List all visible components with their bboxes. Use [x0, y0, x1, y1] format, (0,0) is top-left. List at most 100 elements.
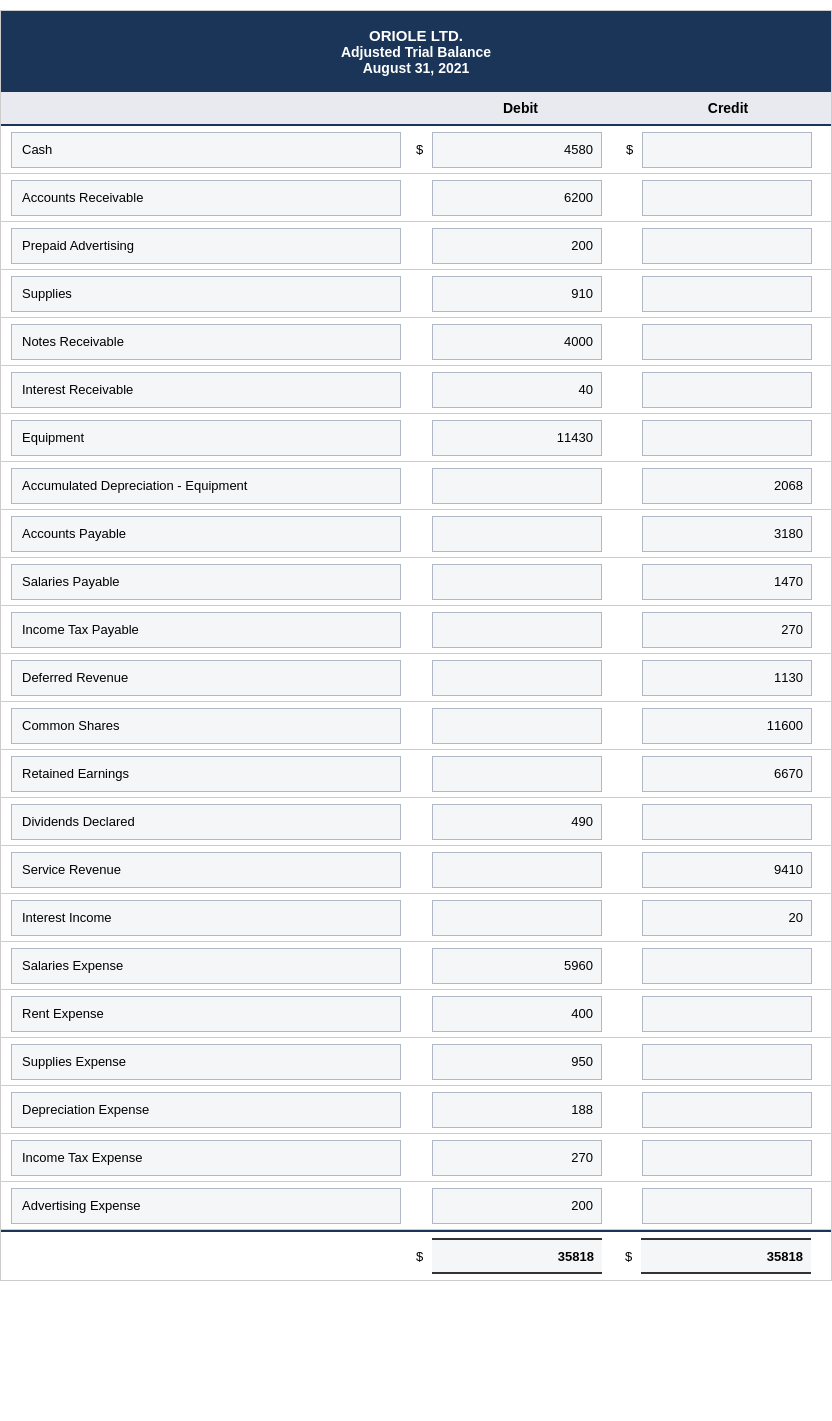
credit-cell — [626, 1188, 832, 1224]
account-name-box[interactable]: Accounts Receivable — [11, 180, 401, 216]
debit-amount-box[interactable] — [432, 612, 602, 648]
debit-amount-box[interactable]: 11430 — [432, 420, 602, 456]
table-row: Rent Expense 400 — [1, 990, 831, 1038]
debit-amount-box[interactable]: 5960 — [432, 948, 602, 984]
account-name-box[interactable]: Depreciation Expense — [11, 1092, 401, 1128]
debit-amount-box[interactable] — [432, 708, 602, 744]
company-name: ORIOLE LTD. — [11, 27, 821, 44]
account-name-box[interactable]: Salaries Payable — [11, 564, 401, 600]
credit-amount-box[interactable] — [642, 804, 812, 840]
debit-amount-box[interactable]: 188 — [432, 1092, 602, 1128]
credit-amount-box[interactable]: 9410 — [642, 852, 812, 888]
credit-amount-box[interactable]: 2068 — [642, 468, 812, 504]
credit-amount-box[interactable]: 20 — [642, 900, 812, 936]
debit-cell — [416, 756, 626, 792]
debit-amount-box[interactable] — [432, 852, 602, 888]
credit-cell: 1470 — [626, 564, 832, 600]
credit-cell — [626, 180, 832, 216]
debit-cell: 11430 — [416, 420, 626, 456]
account-label-cell: Supplies — [1, 276, 416, 312]
debit-amount-box[interactable]: 910 — [432, 276, 602, 312]
credit-amount-box[interactable] — [642, 180, 812, 216]
debit-amount-box[interactable]: 950 — [432, 1044, 602, 1080]
debit-amount-box[interactable]: 270 — [432, 1140, 602, 1176]
debit-amount-box[interactable] — [432, 900, 602, 936]
account-label-cell: Deferred Revenue — [1, 660, 416, 696]
credit-amount-box[interactable] — [642, 996, 812, 1032]
debit-amount-box[interactable]: 490 — [432, 804, 602, 840]
totals-row: $ 35818 $ 35818 — [1, 1230, 831, 1280]
account-name-box[interactable]: Income Tax Payable — [11, 612, 401, 648]
debit-amount-box[interactable]: 4000 — [432, 324, 602, 360]
credit-amount-box[interactable] — [642, 420, 812, 456]
credit-amount-box[interactable]: 1130 — [642, 660, 812, 696]
credit-cell: 3180 — [626, 516, 832, 552]
credit-cell: 6670 — [626, 756, 832, 792]
credit-amount-box[interactable]: 3180 — [642, 516, 812, 552]
account-name-box[interactable]: Supplies Expense — [11, 1044, 401, 1080]
account-label-cell: Income Tax Expense — [1, 1140, 416, 1176]
debit-amount-box[interactable]: 400 — [432, 996, 602, 1032]
credit-amount-box[interactable]: 270 — [642, 612, 812, 648]
debit-cell — [416, 612, 626, 648]
account-name-box[interactable]: Equipment — [11, 420, 401, 456]
account-label-cell: Salaries Expense — [1, 948, 416, 984]
debit-amount-box[interactable]: 40 — [432, 372, 602, 408]
table-row: Advertising Expense 200 — [1, 1182, 831, 1230]
credit-amount-box[interactable] — [642, 324, 812, 360]
account-name-box[interactable]: Cash — [11, 132, 401, 168]
account-name-box[interactable]: Deferred Revenue — [11, 660, 401, 696]
debit-amount-box[interactable] — [432, 660, 602, 696]
account-name-box[interactable]: Retained Earnings — [11, 756, 401, 792]
credit-amount-box[interactable] — [642, 1092, 812, 1128]
credit-amount-box[interactable]: 6670 — [642, 756, 812, 792]
credit-cell — [626, 228, 832, 264]
credit-amount-box[interactable] — [642, 1044, 812, 1080]
account-label-cell: Dividends Declared — [1, 804, 416, 840]
account-name-box[interactable]: Prepaid Advertising — [11, 228, 401, 264]
account-name-box[interactable]: Advertising Expense — [11, 1188, 401, 1224]
credit-amount-box[interactable] — [642, 1140, 812, 1176]
account-name-box[interactable]: Accumulated Depreciation - Equipment — [11, 468, 401, 504]
account-name-box[interactable]: Income Tax Expense — [11, 1140, 401, 1176]
credit-amount-box[interactable] — [642, 372, 812, 408]
account-name-box[interactable]: Service Revenue — [11, 852, 401, 888]
account-label-cell: Income Tax Payable — [1, 612, 416, 648]
credit-amount-box[interactable] — [642, 132, 812, 168]
account-label-cell: Common Shares — [1, 708, 416, 744]
account-label-cell: Prepaid Advertising — [1, 228, 416, 264]
account-name-box[interactable]: Common Shares — [11, 708, 401, 744]
credit-amount-box[interactable]: 1470 — [642, 564, 812, 600]
debit-amount-box[interactable]: 200 — [432, 228, 602, 264]
debit-amount-box[interactable] — [432, 564, 602, 600]
account-name-box[interactable]: Salaries Expense — [11, 948, 401, 984]
credit-cell — [626, 948, 832, 984]
account-name-box[interactable]: Notes Receivable — [11, 324, 401, 360]
debit-cell: 400 — [416, 996, 626, 1032]
credit-amount-box[interactable] — [642, 228, 812, 264]
table-row: Deferred Revenue 1130 — [1, 654, 831, 702]
table-row: Interest Receivable 40 — [1, 366, 831, 414]
credit-amount-box[interactable]: 11600 — [642, 708, 812, 744]
account-label-cell: Rent Expense — [1, 996, 416, 1032]
debit-amount-box[interactable]: 6200 — [432, 180, 602, 216]
account-name-box[interactable]: Dividends Declared — [11, 804, 401, 840]
account-label-cell: Depreciation Expense — [1, 1092, 416, 1128]
debit-amount-box[interactable] — [432, 516, 602, 552]
debit-amount-box[interactable] — [432, 756, 602, 792]
table-row: Interest Income 20 — [1, 894, 831, 942]
account-name-box[interactable]: Supplies — [11, 276, 401, 312]
debit-cell — [416, 564, 626, 600]
debit-amount-box[interactable]: 4580 — [432, 132, 602, 168]
account-name-box[interactable]: Interest Receivable — [11, 372, 401, 408]
account-name-box[interactable]: Rent Expense — [11, 996, 401, 1032]
credit-amount-box[interactable] — [642, 1188, 812, 1224]
debit-cell: 270 — [416, 1140, 626, 1176]
account-name-box[interactable]: Accounts Payable — [11, 516, 401, 552]
credit-amount-box[interactable] — [642, 276, 812, 312]
account-name-box[interactable]: Interest Income — [11, 900, 401, 936]
debit-amount-box[interactable]: 200 — [432, 1188, 602, 1224]
debit-amount-box[interactable] — [432, 468, 602, 504]
credit-column-header: Credit — [625, 100, 831, 116]
credit-amount-box[interactable] — [642, 948, 812, 984]
